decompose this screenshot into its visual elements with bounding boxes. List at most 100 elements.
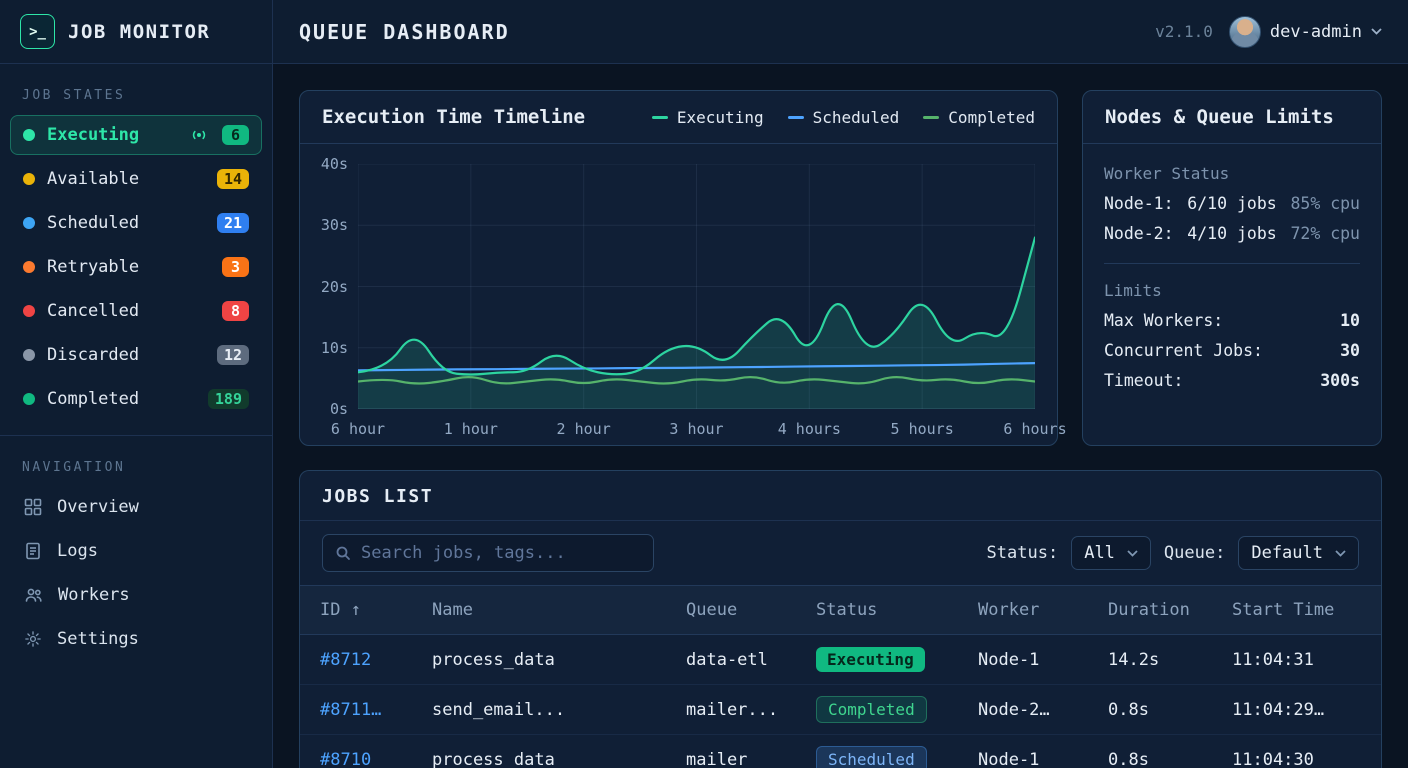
state-label: Completed <box>47 389 140 409</box>
state-label: Executing <box>47 125 140 145</box>
legend-label: Completed <box>948 107 1035 127</box>
document-icon <box>24 542 42 560</box>
filters-right: Status: All Queue: Default <box>987 536 1359 570</box>
state-count-badge: 12 <box>216 345 249 365</box>
users-icon <box>24 586 43 604</box>
sidebar-state-completed[interactable]: Completed 189 <box>10 379 262 419</box>
user-menu[interactable]: dev-admin <box>1228 15 1382 48</box>
table-row[interactable]: #8711… send_email... mailer... Completed… <box>300 685 1381 735</box>
chart-y-axis: 40s 30s 20s 10s 0s <box>310 155 358 418</box>
y-tick: 20s <box>320 277 348 296</box>
x-tick: 6 hours <box>1003 420 1067 438</box>
y-tick: 40s <box>320 155 348 173</box>
column-name[interactable]: Name <box>432 600 686 620</box>
sidebar-state-scheduled[interactable]: Scheduled 21 <box>10 203 262 243</box>
node-name: Node-2: <box>1104 224 1174 243</box>
legend-label: Scheduled <box>812 107 900 127</box>
sidebar-state-available[interactable]: Available 14 <box>10 159 262 199</box>
column-duration[interactable]: Duration <box>1108 600 1232 620</box>
state-count-badge: 3 <box>222 257 249 277</box>
main-column: QUEUE DASHBOARD v2.1.0 dev-admin Executi… <box>273 0 1408 768</box>
completed-status-dot <box>23 393 35 405</box>
timeline-card-title: Execution Time Timeline <box>322 106 586 128</box>
sidebar-state-retryable[interactable]: Retryable 3 <box>10 247 262 287</box>
status-badge: Executing <box>816 647 925 672</box>
nodes-card-body: Worker Status Node-1: 6/10 jobs 85% cpu … <box>1083 144 1381 406</box>
sidebar-item-logs[interactable]: Logs <box>0 529 272 573</box>
legend-swatch-executing <box>651 115 668 119</box>
nodes-card-header: Nodes & Queue Limits <box>1083 91 1381 144</box>
table-row[interactable]: #8712 process_data data-etl Executing No… <box>300 635 1381 685</box>
execution-timeline-card: Execution Time Timeline Executing Schedu… <box>299 90 1067 446</box>
jobs-table-header: ID ↑ Name Queue Status Worker Duration S… <box>300 585 1381 635</box>
limit-row: Concurrent Jobs: 30 <box>1104 341 1360 360</box>
search-input[interactable] <box>361 543 641 563</box>
column-status[interactable]: Status <box>816 600 978 620</box>
job-states-heading: JOB STATES <box>22 88 126 103</box>
job-name: process_data <box>432 649 555 670</box>
y-tick: 0s <box>329 400 348 418</box>
y-tick: 10s <box>320 338 348 357</box>
sidebar-item-settings[interactable]: Settings <box>0 617 272 661</box>
job-worker: Node-1 <box>978 749 1040 768</box>
app-root: >_ JOB MONITOR JOB STATES Executing 6 Av… <box>0 0 1408 768</box>
node-cpu: 85% cpu <box>1290 194 1360 213</box>
limit-label: Max Workers: <box>1104 311 1224 330</box>
state-count-badge: 8 <box>222 301 249 321</box>
table-row[interactable]: #8710 process_data mailer Scheduled Node… <box>300 735 1381 768</box>
column-queue[interactable]: Queue <box>686 600 816 620</box>
x-tick: 3 hour <box>669 420 724 438</box>
state-count-badge: 6 <box>222 125 249 145</box>
limit-label: Concurrent Jobs: <box>1104 341 1263 360</box>
status-filter-select[interactable]: All <box>1071 536 1151 570</box>
sidebar-state-cancelled[interactable]: Cancelled 8 <box>10 291 262 331</box>
job-id-link[interactable]: #8711… <box>320 700 432 720</box>
jobs-list-card: JOBS LIST Status: All <box>299 470 1382 768</box>
legend-item-executing: Executing <box>651 108 764 127</box>
job-worker: Node-2… <box>978 699 1050 720</box>
state-label: Scheduled <box>47 213 140 233</box>
jobs-table-body: #8712 process_data data-etl Executing No… <box>300 635 1381 768</box>
column-worker[interactable]: Worker <box>978 600 1108 620</box>
status-filter-label: Status: <box>986 543 1059 563</box>
top-cards-row: Execution Time Timeline Executing Schedu… <box>299 90 1382 446</box>
job-name: send_email... <box>432 699 566 720</box>
column-id[interactable]: ID ↑ <box>320 600 432 620</box>
nodes-queue-limits-card: Nodes & Queue Limits Worker Status Node-… <box>1082 90 1382 446</box>
sidebar-state-executing[interactable]: Executing 6 <box>10 115 262 155</box>
limit-row: Timeout: 300s <box>1104 371 1360 390</box>
app-title: JOB MONITOR <box>68 20 211 43</box>
executing-status-dot <box>23 129 35 141</box>
node-jobs: 6/10 jobs <box>1187 194 1277 213</box>
live-broadcast-icon <box>188 128 210 142</box>
x-tick: 2 hour <box>556 420 611 438</box>
state-label: Cancelled <box>47 301 140 321</box>
sidebar-item-workers[interactable]: Workers <box>0 573 272 617</box>
limits-heading: Limits <box>1104 281 1162 300</box>
column-start-time[interactable]: Start Time <box>1232 600 1381 620</box>
node-row: Node-1: 6/10 jobs 85% cpu <box>1104 194 1360 213</box>
chart-x-axis: 6 hour 1 hour 2 hour 3 hour 4 hours 5 ho… <box>331 409 1067 441</box>
job-id-link[interactable]: #8710 <box>320 750 432 768</box>
node-row: Node-2: 4/10 jobs 72% cpu <box>1104 224 1360 243</box>
limit-value: 300s <box>1320 371 1360 390</box>
navigation-heading: NAVIGATION <box>22 460 126 475</box>
job-duration: 0.8s <box>1108 699 1149 720</box>
queue-filter-select[interactable]: Default <box>1238 536 1359 570</box>
navigation-section: NAVIGATION Overview Logs Workers Setting… <box>0 435 272 661</box>
y-tick: 30s <box>320 216 348 235</box>
chevron-down-icon <box>1127 549 1138 557</box>
job-id-link[interactable]: #8712 <box>320 650 432 670</box>
gear-icon <box>24 630 42 648</box>
available-status-dot <box>23 173 35 185</box>
sidebar-state-discarded[interactable]: Discarded 12 <box>10 335 262 375</box>
topbar-right: v2.1.0 dev-admin <box>1155 15 1382 48</box>
scheduled-status-dot <box>23 217 35 229</box>
sidebar: >_ JOB MONITOR JOB STATES Executing 6 Av… <box>0 0 273 768</box>
top-bar: QUEUE DASHBOARD v2.1.0 dev-admin <box>273 0 1408 64</box>
timeline-card-header: Execution Time Timeline Executing Schedu… <box>300 91 1057 144</box>
sidebar-item-overview[interactable]: Overview <box>0 485 272 529</box>
version-label: v2.1.0 <box>1155 22 1213 41</box>
state-count-badge: 189 <box>207 389 249 409</box>
grid-icon <box>24 498 42 516</box>
